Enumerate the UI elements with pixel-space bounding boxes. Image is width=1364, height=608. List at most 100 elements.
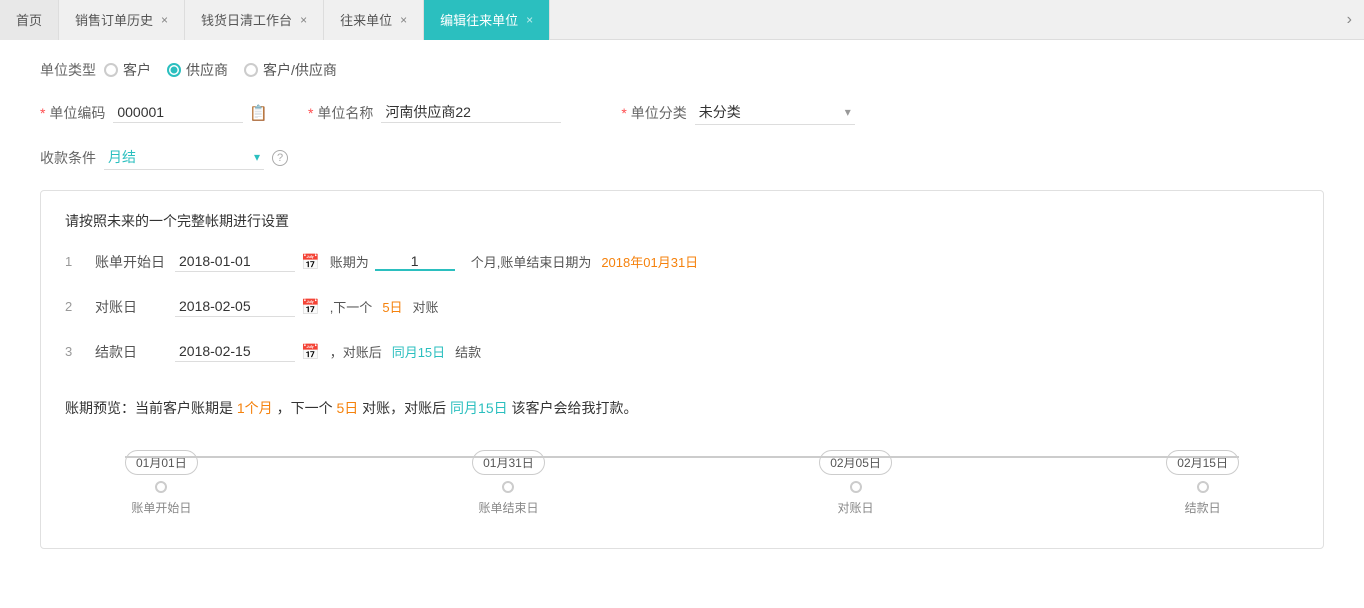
- tab-home[interactable]: 首页: [0, 0, 59, 40]
- node-badge-4: 02月15日: [1166, 450, 1239, 475]
- tab-cash-work[interactable]: 钱货日清工作台 ×: [185, 0, 324, 40]
- preview-label: 账期预览：当前客户账期是: [65, 400, 233, 416]
- row-num-2: 2: [65, 299, 95, 314]
- unit-code-field: 单位编码 📋: [40, 102, 268, 123]
- tab-close-partners[interactable]: ×: [400, 13, 407, 27]
- timeline-node-1: 01月01日 账单开始日: [125, 450, 198, 516]
- preview-part2: 5日: [336, 400, 358, 416]
- period-preview: 账期预览：当前客户账期是 1个月 ，下一个 5日 对账，对账后 同月15日 该客…: [65, 386, 1299, 430]
- reconcile-date-calendar-icon[interactable]: 📅: [301, 298, 320, 316]
- radio-label-both: 客户/供应商: [263, 60, 337, 80]
- tab-bar: 首页 销售订单历史 × 钱货日清工作台 × 往来单位 × 编辑往来单位 × ›: [0, 0, 1364, 40]
- node-dot-3: [850, 481, 862, 493]
- payment-terms-row: 收款条件 月结 ▾ ?: [40, 145, 1324, 170]
- node-badge-1: 01月01日: [125, 450, 198, 475]
- payment-date-calendar-icon[interactable]: 📅: [301, 343, 320, 361]
- data-row-2: 2 对账日 📅 ,下一个 5日 对账: [65, 296, 1299, 317]
- radio-circle-both: [244, 63, 258, 77]
- row-label-1: 账单开始日: [95, 252, 175, 272]
- unit-info-row: 单位编码 📋 单位名称 单位分类 未分类 ▾: [40, 100, 1324, 125]
- row-num-1: 1: [65, 254, 95, 269]
- timeline-node-3: 02月05日 对账日: [819, 450, 892, 516]
- unit-name-field: 单位名称: [308, 102, 561, 123]
- radio-supplier[interactable]: 供应商: [167, 60, 228, 80]
- node-dot-2: [502, 481, 514, 493]
- timeline-node-2: 01月31日 账单结束日: [472, 450, 545, 516]
- unit-name-label: 单位名称: [308, 103, 373, 123]
- tab-close-edit-partner[interactable]: ×: [526, 13, 533, 27]
- radio-customer[interactable]: 客户: [104, 60, 151, 80]
- row-1-highlight: 2018年01月31日: [601, 252, 698, 271]
- radio-circle-supplier: [167, 63, 181, 77]
- row-2-desc-part1: ,下一个: [330, 297, 373, 316]
- row-1-desc-suffix: 个月,账单结束日期为: [471, 252, 592, 271]
- unit-code-input[interactable]: [113, 102, 243, 123]
- unit-category-field: 单位分类 未分类 ▾: [621, 100, 854, 125]
- payment-terms-select[interactable]: 月结 ▾: [104, 145, 264, 170]
- payment-terms-help-icon[interactable]: ?: [272, 150, 288, 166]
- payment-date-input[interactable]: [175, 341, 295, 362]
- tab-more-button[interactable]: ›: [1335, 11, 1364, 29]
- timeline: 01月01日 账单开始日 01月31日 账单结束日 02月05日 对账日: [65, 430, 1299, 528]
- unit-type-row: 单位类型 客户 供应商 客户/供应商: [40, 60, 1324, 80]
- node-badge-3: 02月05日: [819, 450, 892, 475]
- preview-middle2: 对账，对账后: [362, 400, 446, 416]
- data-row-3: 3 结款日 📅 ，对账后 同月15日 结款: [65, 341, 1299, 362]
- unit-category-label: 单位分类: [621, 103, 686, 123]
- node-dot-4: [1197, 481, 1209, 493]
- node-sub-3: 对账日: [838, 499, 874, 516]
- row-num-3: 3: [65, 344, 95, 359]
- radio-circle-customer: [104, 63, 118, 77]
- payment-terms-field: 收款条件 月结 ▾ ?: [40, 145, 288, 170]
- unit-category-select[interactable]: 未分类 ▾: [695, 100, 855, 125]
- start-date-calendar-icon[interactable]: 📅: [301, 253, 320, 271]
- start-date-input[interactable]: [175, 251, 295, 272]
- preview-part3: 同月15日: [450, 400, 508, 416]
- tab-sales-history[interactable]: 销售订单历史 ×: [59, 0, 185, 40]
- main-content: 单位类型 客户 供应商 客户/供应商 单位编码 📋: [0, 40, 1364, 608]
- reconcile-date-input[interactable]: [175, 296, 295, 317]
- row-2-desc-part2: 对账: [413, 297, 439, 316]
- period-settings-section: 请按照未来的一个完整帐期进行设置 1 账单开始日 📅 账期为 个月,账单结束日期…: [40, 190, 1324, 549]
- node-sub-2: 账单结束日: [478, 499, 538, 516]
- unit-category-value: 未分类: [699, 102, 837, 122]
- row-1-desc-prefix: 账期为: [330, 252, 369, 271]
- section-instruction: 请按照未来的一个完整帐期进行设置: [65, 211, 1299, 231]
- unit-code-label: 单位编码: [40, 103, 105, 123]
- radio-label-supplier: 供应商: [186, 60, 228, 80]
- node-sub-4: 结款日: [1185, 499, 1221, 516]
- row-2-input-wrap: 📅 ,下一个 5日 对账: [175, 296, 439, 317]
- data-row-1: 1 账单开始日 📅 账期为 个月,账单结束日期为 2018年01月31日: [65, 251, 1299, 272]
- unit-code-icon[interactable]: 📋: [249, 104, 268, 122]
- preview-part1: 1个月: [237, 400, 273, 416]
- node-dot-1: [155, 481, 167, 493]
- preview-middle1: ，下一个: [277, 400, 333, 416]
- row-3-input-wrap: 📅 ，对账后 同月15日 结款: [175, 341, 481, 362]
- row-1-input-wrap: 📅 账期为 个月,账单结束日期为 2018年01月31日: [175, 251, 698, 272]
- radio-label-customer: 客户: [123, 60, 151, 80]
- row-label-2: 对账日: [95, 297, 175, 317]
- unit-category-arrow-icon: ▾: [845, 105, 851, 119]
- row-label-3: 结款日: [95, 342, 175, 362]
- timeline-nodes: 01月01日 账单开始日 01月31日 账单结束日 02月05日 对账日: [65, 450, 1299, 516]
- unit-type-radio-group: 客户 供应商 客户/供应商: [104, 60, 337, 80]
- row-3-desc-part2: 结款: [455, 342, 481, 361]
- payment-terms-label: 收款条件: [40, 148, 96, 168]
- payment-terms-value: 月结: [108, 147, 246, 167]
- preview-suffix: 该客户会给我打款。: [512, 400, 638, 416]
- payment-terms-arrow-icon: ▾: [254, 150, 260, 164]
- tab-close-cash-work[interactable]: ×: [300, 13, 307, 27]
- node-sub-1: 账单开始日: [131, 499, 191, 516]
- row-2-highlight1: 5日: [382, 297, 402, 316]
- row-3-desc-part1: ，对账后: [330, 342, 382, 361]
- period-months-input[interactable]: [375, 253, 455, 271]
- radio-both[interactable]: 客户/供应商: [244, 60, 337, 80]
- unit-name-input[interactable]: [381, 102, 561, 123]
- unit-type-label: 单位类型: [40, 60, 96, 80]
- tab-close-sales-history[interactable]: ×: [161, 13, 168, 27]
- timeline-node-4: 02月15日 结款日: [1166, 450, 1239, 516]
- node-badge-2: 01月31日: [472, 450, 545, 475]
- tab-partners[interactable]: 往来单位 ×: [324, 0, 424, 40]
- tab-edit-partner[interactable]: 编辑往来单位 ×: [424, 0, 550, 40]
- unit-type-field: 单位类型 客户 供应商 客户/供应商: [40, 60, 337, 80]
